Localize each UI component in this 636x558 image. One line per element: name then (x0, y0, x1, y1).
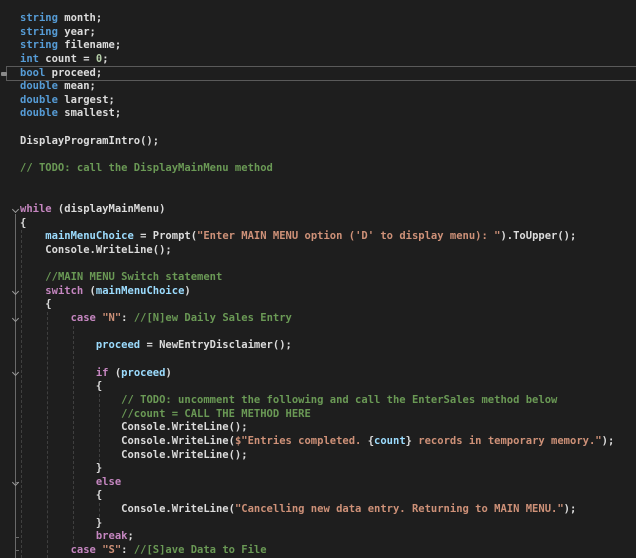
code-line[interactable]: Console.WriteLine(); (0, 421, 636, 435)
code-line[interactable]: case "N": //[N]ew Daily Sales Entry (0, 312, 636, 326)
code-line[interactable]: //MAIN MENU Switch statement (0, 271, 636, 285)
code-line[interactable]: { (0, 489, 636, 503)
code-line[interactable]: { (0, 380, 636, 394)
code-line[interactable]: // TODO: call the DisplayMainMenu method (0, 162, 636, 176)
code-line[interactable]: mainMenuChoice = Prompt("Enter MAIN MENU… (0, 230, 636, 244)
code-line[interactable] (0, 258, 636, 272)
code-line[interactable]: string filename; (0, 39, 636, 53)
code-editor: string month; string year; string filename… (0, 0, 636, 558)
code-line[interactable]: double smallest; (0, 107, 636, 121)
code-line[interactable]: // TODO: uncomment the following and cal… (0, 394, 636, 408)
code-line[interactable]: double largest; (0, 94, 636, 108)
code-line[interactable]: Console.WriteLine($"Entries completed. {… (0, 435, 636, 449)
code-line[interactable]: string month; (0, 12, 636, 26)
code-line[interactable]: Console.WriteLine(); (0, 244, 636, 258)
code-line[interactable] (0, 326, 636, 340)
code-line[interactable] (0, 176, 636, 190)
code-line[interactable]: { (0, 298, 636, 312)
code-line[interactable]: bool proceed; (0, 67, 636, 81)
code-line[interactable]: break; (0, 530, 636, 544)
code-line[interactable]: DisplayProgramIntro(); (0, 135, 636, 149)
code-line[interactable]: } (0, 462, 636, 476)
code-line[interactable]: case "S": //[S]ave Data to File (0, 544, 636, 558)
code-line[interactable]: switch (mainMenuChoice) (0, 285, 636, 299)
code-line[interactable] (0, 148, 636, 162)
fold-chevron-icon[interactable] (12, 207, 19, 214)
code-line[interactable]: int count = 0; (0, 53, 636, 67)
code-line[interactable]: Console.WriteLine(); (0, 449, 636, 463)
code-line[interactable]: proceed = NewEntryDisclaimer(); (0, 339, 636, 353)
fold-chevron-icon[interactable] (12, 289, 19, 296)
code-line[interactable]: double mean; (0, 80, 636, 94)
code-line[interactable]: { (0, 217, 636, 231)
fold-chevron-icon[interactable] (12, 370, 19, 377)
fold-chevron-icon[interactable] (12, 316, 19, 323)
code-line[interactable]: else (0, 476, 636, 490)
fold-end-tick (15, 550, 19, 552)
fold-end-tick (15, 536, 19, 538)
code-line[interactable]: Console.WriteLine("Cancelling new data e… (0, 503, 636, 517)
code-line[interactable] (0, 189, 636, 203)
code-line[interactable] (0, 353, 636, 367)
code-line[interactable]: } (0, 517, 636, 531)
code-line[interactable]: if (proceed) (0, 367, 636, 381)
fold-chevron-icon[interactable] (12, 480, 19, 487)
code-line[interactable] (0, 121, 636, 135)
code-line[interactable]: //count = CALL THE METHOD HERE (0, 408, 636, 422)
code-line[interactable]: while (displayMainMenu) (0, 203, 636, 217)
current-statement-glyph (1, 71, 7, 76)
fold-guide-line (15, 214, 16, 558)
code-area[interactable]: string month; string year; string filename… (0, 12, 636, 558)
code-line[interactable]: string year; (0, 26, 636, 40)
